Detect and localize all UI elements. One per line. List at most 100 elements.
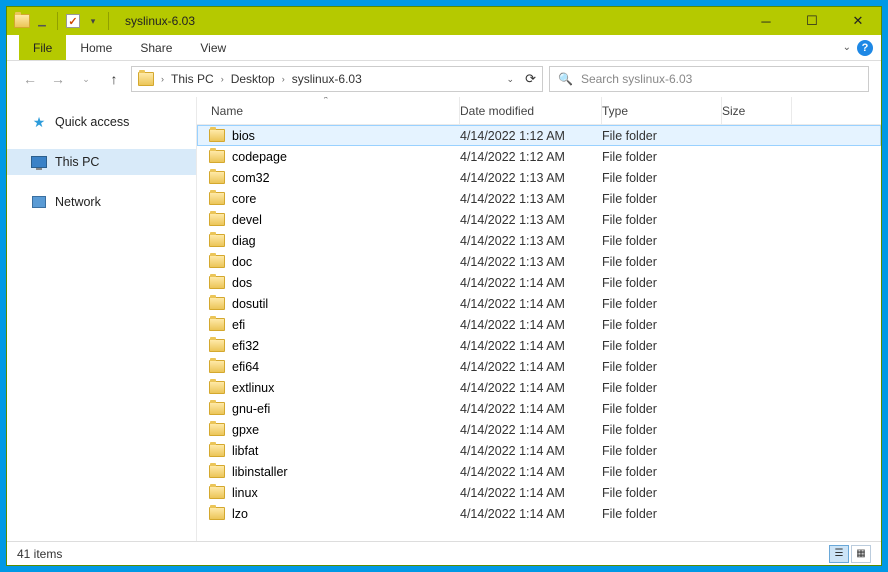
- folder-icon: [209, 318, 225, 331]
- minimize-button[interactable]: ─: [743, 7, 789, 35]
- file-type: File folder: [602, 318, 722, 332]
- file-row[interactable]: linux 4/14/2022 1:14 AMFile folder: [197, 482, 881, 503]
- ribbon-expand-icon[interactable]: ⌄: [843, 42, 851, 53]
- file-type: File folder: [602, 297, 722, 311]
- file-type: File folder: [602, 255, 722, 269]
- file-row[interactable]: efi4/14/2022 1:14 AMFile folder: [197, 314, 881, 335]
- file-row[interactable]: libfat4/14/2022 1:14 AMFile folder: [197, 440, 881, 461]
- forward-button[interactable]: →: [47, 68, 69, 90]
- close-button[interactable]: ✕: [835, 7, 881, 35]
- refresh-icon[interactable]: ⟳: [525, 71, 536, 87]
- breadcrumb-segment[interactable]: syslinux-6.03: [290, 72, 364, 86]
- view-toggles: ☰ ▦: [829, 545, 871, 563]
- file-date: 4/14/2022 1:14 AM: [460, 297, 602, 311]
- column-size[interactable]: Size: [722, 97, 792, 124]
- folder-icon: [13, 12, 31, 30]
- nav-label: This PC: [55, 155, 99, 169]
- back-button[interactable]: ←: [19, 68, 41, 90]
- folder-icon: [209, 423, 225, 436]
- column-type[interactable]: Type: [602, 97, 722, 124]
- address-bar[interactable]: › This PC › Desktop › syslinux-6.03 ⌄ ⟳: [131, 66, 543, 92]
- file-row[interactable]: gnu-efi4/14/2022 1:14 AMFile folder: [197, 398, 881, 419]
- help-icon[interactable]: ?: [857, 40, 873, 56]
- file-row[interactable]: efi644/14/2022 1:14 AMFile folder: [197, 356, 881, 377]
- file-type: File folder: [602, 234, 722, 248]
- breadcrumb-segment[interactable]: This PC: [169, 72, 216, 86]
- file-type: File folder: [602, 150, 722, 164]
- file-name: efi32: [232, 339, 259, 353]
- address-dropdown-icon[interactable]: ⌄: [506, 74, 514, 85]
- file-name: dos: [232, 276, 252, 290]
- file-name: bios: [232, 129, 255, 143]
- file-list[interactable]: bios4/14/2022 1:12 AMFile foldercodepage…: [197, 125, 881, 541]
- column-date[interactable]: Date modified: [460, 97, 602, 124]
- sort-ascending-icon: ⌃: [322, 97, 330, 106]
- breadcrumb-segment[interactable]: Desktop: [229, 72, 277, 86]
- separator: [108, 12, 109, 30]
- file-name: core: [232, 192, 256, 206]
- separator: [57, 12, 58, 30]
- file-row[interactable]: efi324/14/2022 1:14 AMFile folder: [197, 335, 881, 356]
- nav-quick-access[interactable]: ★ Quick access: [7, 109, 196, 135]
- nav-label: Quick access: [55, 115, 129, 129]
- file-row[interactable]: lzo4/14/2022 1:14 AMFile folder: [197, 503, 881, 524]
- maximize-button[interactable]: ☐: [789, 7, 835, 35]
- pin-icon[interactable]: ▁: [33, 12, 51, 30]
- recent-dropdown-icon[interactable]: ⌄: [75, 68, 97, 90]
- folder-icon: [209, 276, 225, 289]
- file-row[interactable]: doc4/14/2022 1:13 AMFile folder: [197, 251, 881, 272]
- file-row[interactable]: dosutil 4/14/2022 1:14 AMFile folder: [197, 293, 881, 314]
- folder-icon: [209, 192, 225, 205]
- details-view-button[interactable]: ☰: [829, 545, 849, 563]
- tab-share[interactable]: Share: [126, 35, 186, 60]
- item-count: 41 items: [17, 547, 62, 561]
- column-headers: ⌃ Name Date modified Type Size: [197, 97, 881, 125]
- file-row[interactable]: com324/14/2022 1:13 AMFile folder: [197, 167, 881, 188]
- file-row[interactable]: core4/14/2022 1:13 AMFile folder: [197, 188, 881, 209]
- properties-checkbox-icon[interactable]: ✓: [64, 12, 82, 30]
- file-row[interactable]: devel4/14/2022 1:13 AMFile folder: [197, 209, 881, 230]
- file-name: diag: [232, 234, 256, 248]
- folder-icon: [136, 72, 156, 86]
- nav-network[interactable]: Network: [7, 189, 196, 215]
- file-row[interactable]: gpxe4/14/2022 1:14 AMFile folder: [197, 419, 881, 440]
- icons-view-button[interactable]: ▦: [851, 545, 871, 563]
- file-name: dosutil: [232, 297, 268, 311]
- tab-file[interactable]: File: [19, 35, 66, 60]
- up-button[interactable]: ↑: [103, 68, 125, 90]
- search-input[interactable]: 🔍 Search syslinux-6.03: [549, 66, 869, 92]
- folder-icon: [209, 255, 225, 268]
- search-icon: 🔍: [558, 72, 573, 86]
- file-type: File folder: [602, 465, 722, 479]
- chevron-right-icon[interactable]: ›: [158, 74, 167, 84]
- file-date: 4/14/2022 1:14 AM: [460, 423, 602, 437]
- tab-view[interactable]: View: [186, 35, 240, 60]
- column-name[interactable]: Name: [205, 97, 460, 124]
- file-type: File folder: [602, 507, 722, 521]
- file-date: 4/14/2022 1:14 AM: [460, 486, 602, 500]
- file-date: 4/14/2022 1:14 AM: [460, 360, 602, 374]
- window-title: syslinux-6.03: [125, 14, 195, 28]
- chevron-right-icon[interactable]: ›: [279, 74, 288, 84]
- navigation-pane: ★ Quick access This PC Network: [7, 97, 197, 541]
- file-row[interactable]: diag4/14/2022 1:13 AMFile folder: [197, 230, 881, 251]
- file-name: linux: [232, 486, 258, 500]
- file-row[interactable]: codepage4/14/2022 1:12 AMFile folder: [197, 146, 881, 167]
- file-row[interactable]: bios 4/14/2022 1:12 AMFile folder: [197, 125, 881, 146]
- folder-icon: [209, 297, 225, 310]
- file-date: 4/14/2022 1:12 AM: [460, 129, 602, 143]
- file-date: 4/14/2022 1:13 AM: [460, 192, 602, 206]
- file-type: File folder: [602, 129, 722, 143]
- nav-label: Network: [55, 195, 101, 209]
- qat-dropdown-icon[interactable]: ▾: [84, 12, 102, 30]
- file-type: File folder: [602, 486, 722, 500]
- file-row[interactable]: extlinux4/14/2022 1:14 AMFile folder: [197, 377, 881, 398]
- chevron-right-icon[interactable]: ›: [218, 74, 227, 84]
- file-type: File folder: [602, 339, 722, 353]
- content-pane: ⌃ Name Date modified Type Size bios 4/14/…: [197, 97, 881, 541]
- file-row[interactable]: dos4/14/2022 1:14 AMFile folder: [197, 272, 881, 293]
- nav-this-pc[interactable]: This PC: [7, 149, 196, 175]
- tab-home[interactable]: Home: [66, 35, 126, 60]
- file-row[interactable]: libinstaller4/14/2022 1:14 AMFile folder: [197, 461, 881, 482]
- folder-icon: [209, 402, 225, 415]
